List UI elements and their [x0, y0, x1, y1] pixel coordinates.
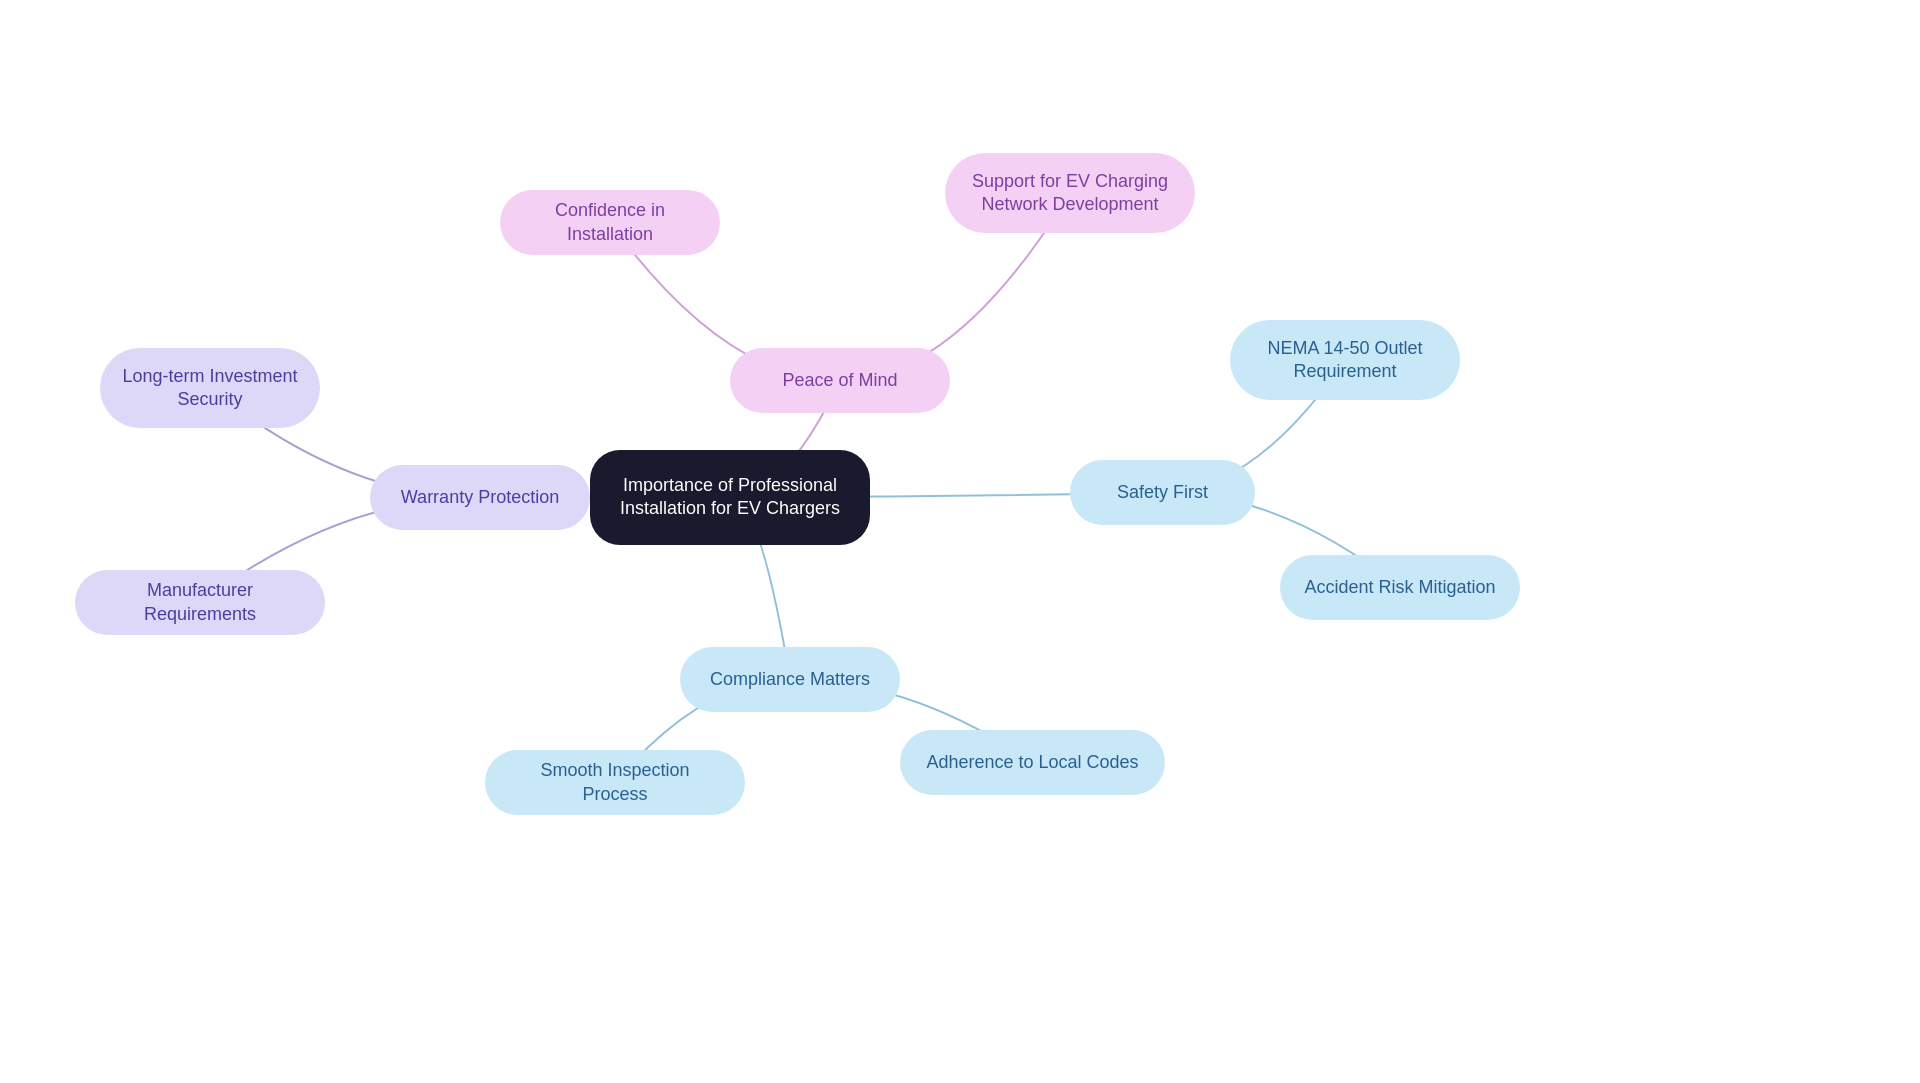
- compliance-matters-label: Compliance Matters: [710, 668, 870, 691]
- peace-of-mind-label: Peace of Mind: [782, 369, 897, 392]
- warranty-protection-node: Warranty Protection: [370, 465, 590, 530]
- center-node: Importance of Professional Installation …: [590, 450, 870, 545]
- smooth-inspection-label: Smooth Inspection Process: [507, 759, 723, 806]
- safety-first-node: Safety First: [1070, 460, 1255, 525]
- adherence-local-codes-node: Adherence to Local Codes: [900, 730, 1165, 795]
- nema-outlet-node: NEMA 14-50 Outlet Requirement: [1230, 320, 1460, 400]
- warranty-protection-label: Warranty Protection: [401, 486, 559, 509]
- adherence-local-codes-label: Adherence to Local Codes: [926, 751, 1138, 774]
- long-term-investment-node: Long-term Investment Security: [100, 348, 320, 428]
- center-label: Importance of Professional Installation …: [612, 474, 848, 521]
- manufacturer-requirements-label: Manufacturer Requirements: [97, 579, 303, 626]
- peace-of-mind-node: Peace of Mind: [730, 348, 950, 413]
- support-ev-charging-node: Support for EV Charging Network Developm…: [945, 153, 1195, 233]
- confidence-in-installation-label: Confidence in Installation: [522, 199, 698, 246]
- support-ev-charging-label: Support for EV Charging Network Developm…: [972, 170, 1168, 217]
- nema-outlet-label: NEMA 14-50 Outlet Requirement: [1267, 337, 1422, 384]
- long-term-investment-label: Long-term Investment Security: [122, 365, 297, 412]
- safety-first-label: Safety First: [1117, 481, 1208, 504]
- accident-risk-node: Accident Risk Mitigation: [1280, 555, 1520, 620]
- compliance-matters-node: Compliance Matters: [680, 647, 900, 712]
- manufacturer-requirements-node: Manufacturer Requirements: [75, 570, 325, 635]
- confidence-in-installation-node: Confidence in Installation: [500, 190, 720, 255]
- accident-risk-label: Accident Risk Mitigation: [1304, 576, 1495, 599]
- smooth-inspection-node: Smooth Inspection Process: [485, 750, 745, 815]
